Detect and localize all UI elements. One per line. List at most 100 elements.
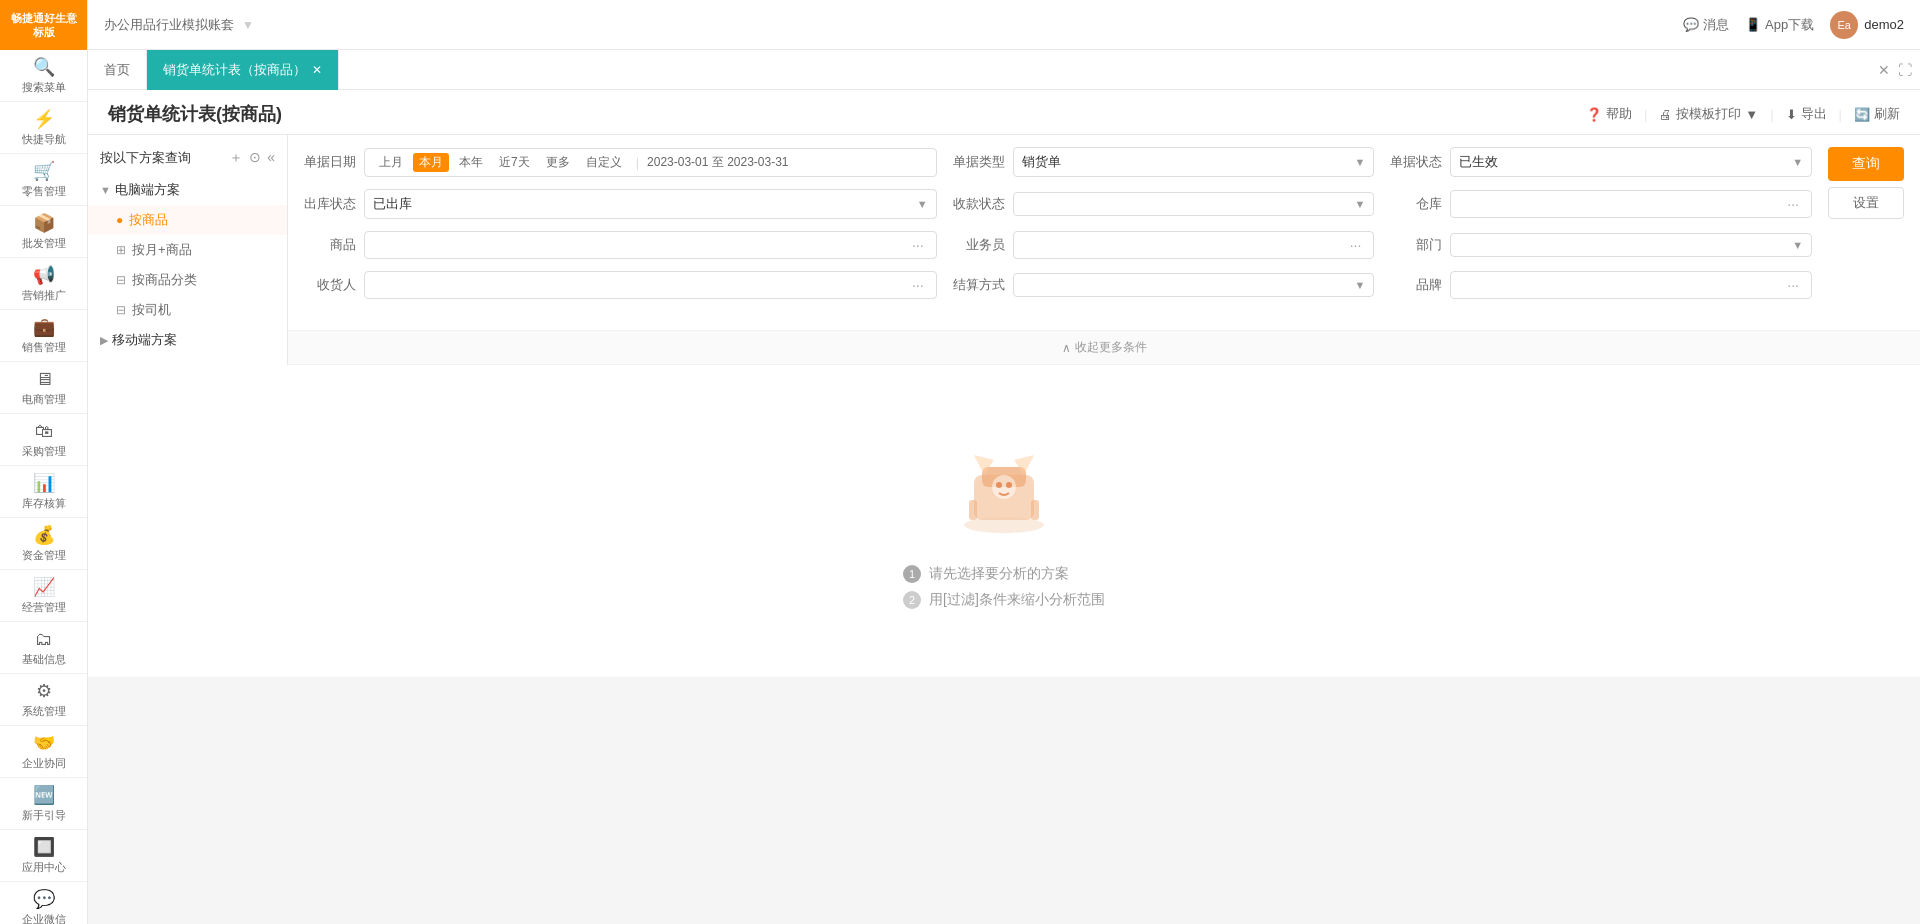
sidebar-item-finance[interactable]: 💰 资金管理 — [0, 518, 87, 570]
sidebar-item-search-label: 搜索菜单 — [22, 80, 66, 95]
status-select[interactable]: 已生效 ▼ — [1450, 147, 1812, 177]
scheme-item-month-goods[interactable]: ⊞ 按月+商品 — [88, 235, 287, 265]
filter-item-brand: 品牌 ··· — [1390, 271, 1812, 299]
scheme-group-mobile-label: 移动端方案 — [112, 331, 177, 349]
date-control[interactable]: 上月 本月 本年 近7天 更多 自定义 | 2023-03-01 至 2023-… — [364, 148, 937, 177]
outstock-select-value: 已出库 — [373, 195, 412, 213]
sidebar-item-purchase[interactable]: 🛍 采购管理 — [0, 414, 87, 466]
ecommerce-icon: 🖥 — [35, 369, 53, 390]
scheme-item-cat-icon: ⊟ — [116, 273, 126, 287]
scheme-item-goods-cat[interactable]: ⊟ 按商品分类 — [88, 265, 287, 295]
sidebar-item-system-label: 系统管理 — [22, 704, 66, 719]
tab-home[interactable]: 首页 — [88, 50, 147, 90]
sidebar-item-retail[interactable]: 🛒 零售管理 — [0, 154, 87, 206]
sidebar-item-wholesale[interactable]: 📦 批发管理 — [0, 206, 87, 258]
date-btn-more[interactable]: 更多 — [540, 153, 576, 172]
type-select[interactable]: 销货单 ▼ — [1013, 147, 1375, 177]
panel-title-text: 按以下方案查询 — [100, 149, 191, 167]
tab-sales-stat-label: 销货单统计表（按商品） — [163, 61, 306, 79]
sidebar-item-system[interactable]: ⚙ 系统管理 — [0, 674, 87, 726]
help-button[interactable]: ❓ 帮助 — [1586, 105, 1632, 123]
step-1-text: 请先选择要分析的方案 — [929, 565, 1069, 583]
collapse-panel-icon[interactable]: « — [267, 149, 275, 167]
filter-payment-label: 收款状态 — [953, 195, 1005, 213]
scheme-group-pc-label: 电脑端方案 — [115, 181, 180, 199]
group-mobile-arrow-icon: ▶ — [100, 334, 108, 347]
sidebar-item-ecommerce[interactable]: 🖥 电商管理 — [0, 362, 87, 414]
brand-select[interactable]: ··· — [1450, 271, 1812, 299]
warehouse-dots-icon[interactable]: ··· — [1783, 196, 1803, 212]
template-print-button[interactable]: 🖨 按模板打印 ▼ — [1659, 105, 1758, 123]
filter-right-wrap: 单据日期 上月 本月 本年 近7天 更多 自定义 | — [288, 135, 1920, 365]
payment-select[interactable]: ▼ — [1013, 192, 1375, 216]
scheme-item-goods[interactable]: ● 按商品 — [88, 205, 287, 235]
sidebar-item-appstore[interactable]: 🔲 应用中心 — [0, 830, 87, 882]
scheme-group-pc: ▼ 电脑端方案 ● 按商品 ⊞ 按月+商品 ⊟ — [88, 175, 287, 325]
query-button[interactable]: 查询 — [1828, 147, 1904, 181]
date-btn-thismonth[interactable]: 本月 — [413, 153, 449, 172]
sidebar-item-basic[interactable]: 🗂 基础信息 — [0, 622, 87, 674]
scheme-group-mobile-header[interactable]: ▶ 移动端方案 — [88, 325, 287, 355]
refresh-label: 刷新 — [1874, 105, 1900, 123]
warehouse-select[interactable]: ··· — [1450, 190, 1812, 218]
content-area: 销货单统计表(按商品) ❓ 帮助 | 🖨 按模板打印 ▼ | ⬇ — [88, 90, 1920, 924]
brand-dots-icon[interactable]: ··· — [1783, 277, 1803, 293]
app-download-label: App下载 — [1765, 16, 1814, 34]
receiver-dots-icon[interactable]: ··· — [908, 277, 928, 293]
quicknav-icon: ⚡ — [33, 108, 55, 130]
status-select-value: 已生效 — [1459, 153, 1498, 171]
staff-select[interactable]: ··· — [1013, 231, 1375, 259]
add-scheme-icon[interactable]: ＋ — [229, 149, 243, 167]
sidebar-nav: 🔍 搜索菜单 ⚡ 快捷导航 🛒 零售管理 📦 批发管理 📢 营销推广 💼 销售管… — [0, 50, 87, 924]
sidebar-item-marketing[interactable]: 📢 营销推广 — [0, 258, 87, 310]
tab-close-all-icon[interactable]: ✕ — [1878, 62, 1890, 78]
filter-item-staff: 业务员 ··· — [953, 231, 1375, 259]
sidebar-item-newguide[interactable]: 🆕 新手引导 — [0, 778, 87, 830]
export-button[interactable]: ⬇ 导出 — [1786, 105, 1827, 123]
outstock-select[interactable]: 已出库 ▼ — [364, 189, 937, 219]
date-btn-lastmonth[interactable]: 上月 — [373, 153, 409, 172]
sidebar-item-newguide-label: 新手引导 — [22, 808, 66, 823]
sidebar-item-wechat[interactable]: 💬 企业微信 — [0, 882, 87, 924]
app-download-icon: 📱 — [1745, 17, 1761, 32]
sidebar-item-sales-label: 销售管理 — [22, 340, 66, 355]
settlement-select[interactable]: ▼ — [1013, 273, 1375, 297]
scheme-group-pc-header[interactable]: ▼ 电脑端方案 — [88, 175, 287, 205]
refresh-icon: 🔄 — [1854, 107, 1870, 122]
date-btn-thisyear[interactable]: 本年 — [453, 153, 489, 172]
empty-state: 1 请先选择要分析的方案 2 用[过滤]条件来缩小分析范围 — [88, 365, 1920, 677]
sidebar-item-inventory[interactable]: 📊 库存核算 — [0, 466, 87, 518]
sidebar-item-search[interactable]: 🔍 搜索菜单 — [0, 50, 87, 102]
tab-sales-stat[interactable]: 销货单统计表（按商品） ✕ — [147, 50, 339, 90]
empty-step-1: 1 请先选择要分析的方案 — [903, 565, 1105, 583]
sidebar-item-sales[interactable]: 💼 销售管理 — [0, 310, 87, 362]
goods-select[interactable]: ··· — [364, 231, 937, 259]
sidebar-item-purchase-label: 采购管理 — [22, 444, 66, 459]
tab-maximize-icon[interactable]: ⛶ — [1898, 62, 1912, 78]
settings-button[interactable]: 设置 — [1828, 187, 1904, 219]
step-2-num: 2 — [903, 591, 921, 609]
date-btn-custom[interactable]: 自定义 — [580, 153, 628, 172]
app-download-button[interactable]: 📱 App下载 — [1745, 16, 1814, 34]
user-area[interactable]: Ea demo2 — [1830, 11, 1904, 39]
divider3: | — [1839, 107, 1842, 122]
message-button[interactable]: 💬 消息 — [1683, 16, 1729, 34]
collapse-bar[interactable]: ∧ 收起更多条件 — [288, 330, 1920, 365]
sidebar-item-cooperation[interactable]: 🤝 企业协同 — [0, 726, 87, 778]
sidebar-item-quicknav[interactable]: ⚡ 快捷导航 — [0, 102, 87, 154]
scheme-item-month-goods-label: 按月+商品 — [132, 241, 192, 259]
refresh-button[interactable]: 🔄 刷新 — [1854, 105, 1900, 123]
manage-scheme-icon[interactable]: ⊙ — [249, 149, 261, 167]
dept-select[interactable]: ▼ — [1450, 233, 1812, 257]
date-btn-7days[interactable]: 近7天 — [493, 153, 536, 172]
sidebar-item-operations[interactable]: 📈 经营管理 — [0, 570, 87, 622]
tab-close-icon[interactable]: ✕ — [312, 63, 322, 77]
divider1: | — [1644, 107, 1647, 122]
scheme-item-driver[interactable]: ⊟ 按司机 — [88, 295, 287, 325]
receiver-select[interactable]: ··· — [364, 271, 937, 299]
filter-staff-label: 业务员 — [953, 236, 1005, 254]
goods-dots-icon[interactable]: ··· — [908, 237, 928, 253]
logo: 畅捷通好生意 标版 — [0, 0, 87, 50]
scheme-group-mobile: ▶ 移动端方案 — [88, 325, 287, 355]
staff-dots-icon[interactable]: ··· — [1346, 237, 1366, 253]
